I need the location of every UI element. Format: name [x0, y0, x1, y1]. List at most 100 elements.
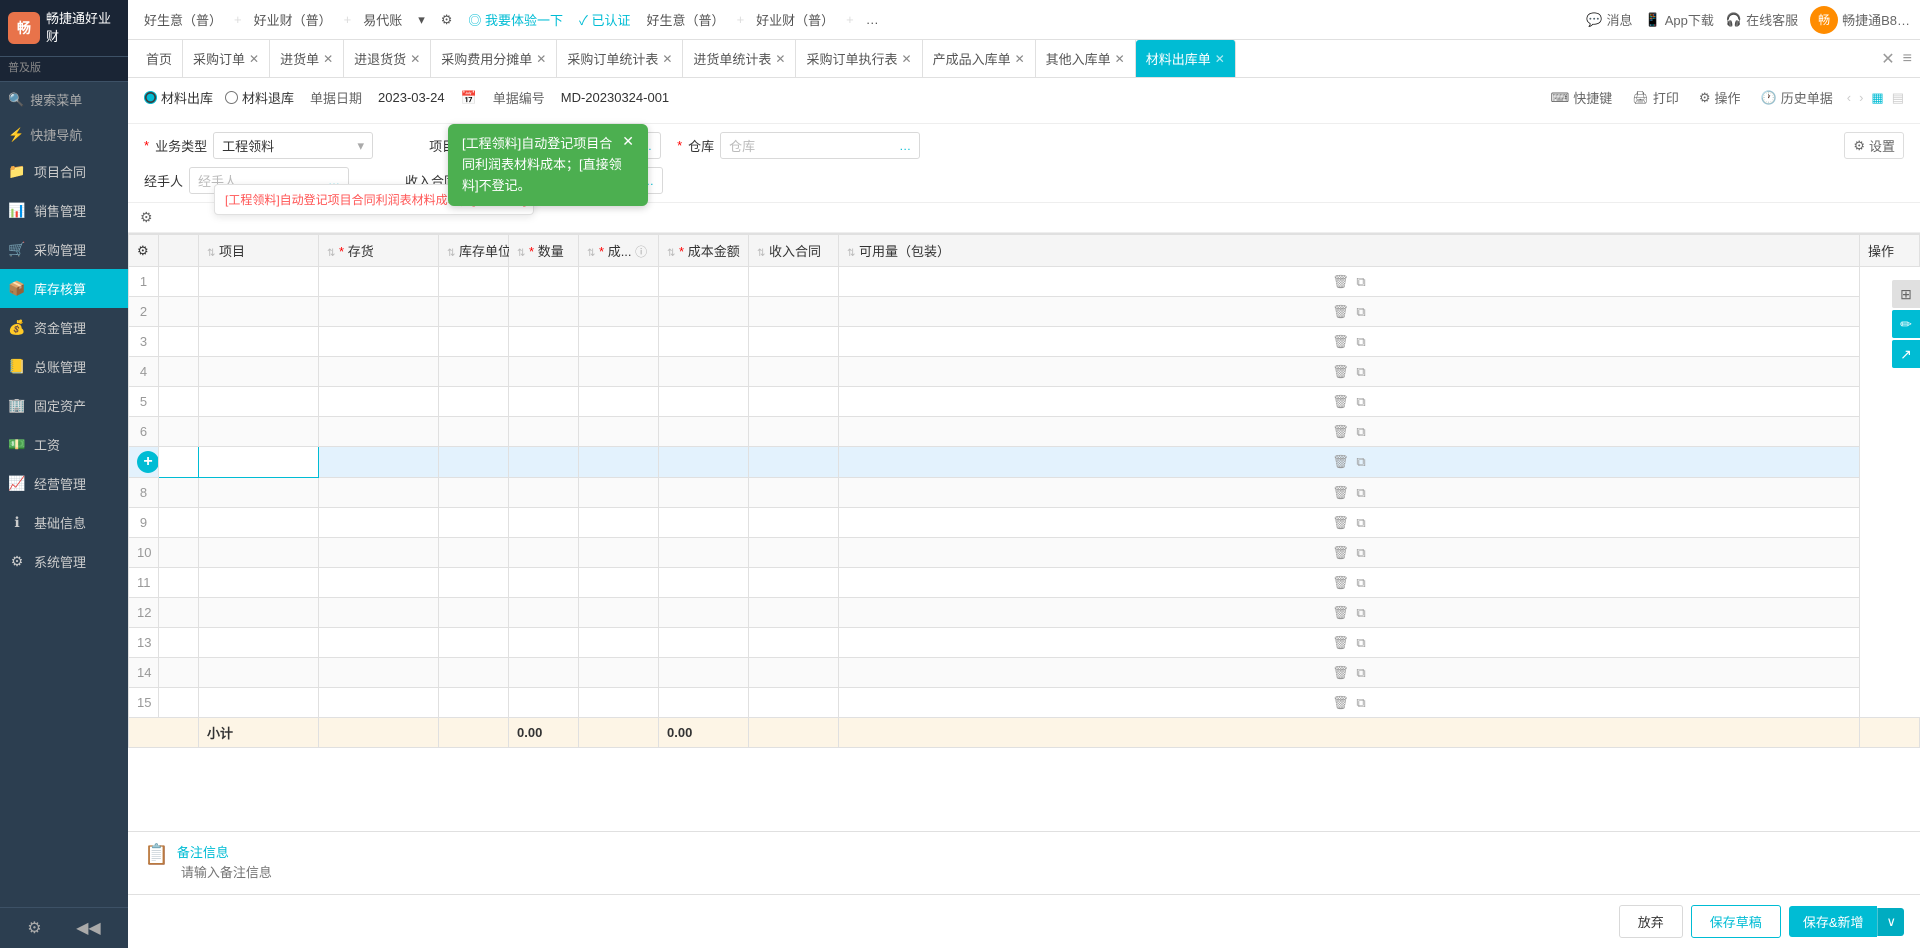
right-tool-3[interactable]: ↗: [1892, 340, 1920, 368]
save-new-arrow-btn[interactable]: ∨: [1877, 908, 1904, 936]
row-copy-7[interactable]: ⧉: [1354, 452, 1367, 472]
sidebar-item-inventory[interactable]: 📦 库存核算: [0, 269, 128, 308]
row-contract-1[interactable]: [659, 267, 749, 297]
col-settings-icon[interactable]: ⚙: [137, 243, 149, 258]
tab-purchase-order[interactable]: 采购订单 ✕: [183, 40, 270, 78]
row-copy-14[interactable]: ⧉: [1354, 663, 1367, 683]
row-copy-10[interactable]: ⧉: [1354, 543, 1367, 563]
nav-trial[interactable]: ◎ 我要体验一下: [462, 10, 569, 29]
sidebar-item-ledger[interactable]: 📒 总账管理: [0, 347, 128, 386]
row-delete-10[interactable]: 🗑: [1330, 543, 1351, 563]
sidebar-item-sales[interactable]: 📊 销售管理: [0, 191, 128, 230]
row-copy-8[interactable]: ⧉: [1354, 483, 1367, 503]
tab-close-purchase-order[interactable]: ✕: [249, 52, 259, 66]
tab-order-exec[interactable]: 采购订单执行表 ✕: [796, 40, 922, 78]
row-delete-15[interactable]: 🗑: [1330, 693, 1351, 713]
tab-purchase-stat[interactable]: 采购订单统计表 ✕: [557, 40, 683, 78]
tab-receipt-stat[interactable]: 进货单统计表 ✕: [683, 40, 796, 78]
bill-date-value[interactable]: 2023-03-24: [378, 90, 445, 105]
nav-prev-btn[interactable]: ‹: [1847, 90, 1851, 105]
operate-btn[interactable]: ⚙ 操作: [1693, 86, 1747, 109]
nav-haoshengyi[interactable]: 好生意（普）: [138, 10, 228, 29]
row-delete-8[interactable]: 🗑: [1330, 483, 1351, 503]
tab-close-purchase-stat[interactable]: ✕: [662, 52, 672, 66]
row-copy-13[interactable]: ⧉: [1354, 633, 1367, 653]
radio-material-return[interactable]: 材料退库: [225, 88, 294, 107]
nav-dropdown[interactable]: ▾: [412, 12, 431, 28]
row-copy-2[interactable]: ⧉: [1354, 302, 1367, 322]
nav-yidaizhang[interactable]: 易代账: [357, 10, 408, 29]
tab-other-stock[interactable]: 其他入库单 ✕: [1036, 40, 1136, 78]
warehouse-search-icon[interactable]: …: [899, 139, 911, 153]
sidebar-item-purchase[interactable]: 🛒 采购管理: [0, 230, 128, 269]
sort-cost-icon[interactable]: ⇅: [587, 248, 595, 259]
tab-more-icon[interactable]: ≡: [1903, 50, 1912, 68]
nav-haoyecai2[interactable]: 好业财（普）: [750, 10, 840, 29]
row-copy-9[interactable]: ⧉: [1354, 513, 1367, 533]
tab-return[interactable]: 进退货货 ✕: [344, 40, 431, 78]
row-delete-9[interactable]: 🗑: [1330, 513, 1351, 533]
sidebar-item-salary[interactable]: 💵 工资: [0, 425, 128, 464]
sidebar-item-system[interactable]: ⚙ 系统管理: [0, 542, 128, 581]
bill-no-value[interactable]: MD-20230324-001: [561, 90, 669, 105]
green-tooltip-close-btn[interactable]: ✕: [622, 134, 634, 148]
row-delete-7[interactable]: 🗑: [1330, 452, 1351, 472]
tab-close-all[interactable]: ✕: [1881, 49, 1894, 69]
user-profile[interactable]: 畅 畅捷通B8…: [1810, 6, 1910, 34]
sidebar-item-search[interactable]: 🔍 搜索菜单: [0, 82, 128, 117]
tab-close-return[interactable]: ✕: [410, 52, 420, 66]
sidebar-item-quicknav[interactable]: ⚡ 快捷导航: [0, 117, 128, 152]
tab-close-receipt[interactable]: ✕: [323, 52, 333, 66]
grid-view-btn[interactable]: ▦: [1871, 90, 1883, 106]
tab-finished-goods[interactable]: 产成品入库单 ✕: [923, 40, 1036, 78]
warehouse-input[interactable]: 仓库 …: [720, 132, 920, 159]
tab-close-receipt-stat[interactable]: ✕: [775, 52, 785, 66]
row-spec-1[interactable]: [199, 267, 319, 297]
tab-material-issue[interactable]: 材料出库单 ✕: [1136, 40, 1236, 78]
sidebar-item-basic-info[interactable]: ℹ 基础信息: [0, 503, 128, 542]
sort-qty-icon[interactable]: ⇅: [517, 248, 525, 259]
sidebar-item-project[interactable]: 📁 项目合同: [0, 152, 128, 191]
row-delete-13[interactable]: 🗑: [1330, 633, 1351, 653]
sidebar-item-assets[interactable]: 🏢 固定资产: [0, 386, 128, 425]
settings-bottom-icon[interactable]: ⚙: [27, 918, 41, 938]
app-download-btn[interactable]: 📱 App下载: [1645, 10, 1714, 29]
sort-stock-icon[interactable]: ⇅: [327, 248, 335, 259]
sort-avail-icon[interactable]: ⇅: [847, 248, 855, 259]
radio-material-issue[interactable]: 材料出库: [144, 88, 213, 107]
row-copy-6[interactable]: ⧉: [1354, 422, 1367, 442]
row-delete-2[interactable]: 🗑: [1330, 302, 1351, 322]
row-cost-1[interactable]: [509, 267, 579, 297]
row-copy-1[interactable]: ⧉: [1354, 272, 1367, 292]
save-new-main-btn[interactable]: 保存&新增: [1789, 906, 1878, 937]
save-draft-btn[interactable]: 保存草稿: [1691, 905, 1781, 938]
nav-certified[interactable]: ✓ 已认证: [573, 10, 637, 29]
row-copy-4[interactable]: ⧉: [1354, 362, 1367, 382]
row-copy-15[interactable]: ⧉: [1354, 693, 1367, 713]
row-avail-1[interactable]: [749, 267, 839, 297]
nav-settings-icon[interactable]: ⚙: [435, 12, 459, 28]
customer-service-btn[interactable]: 🎧 在线客服: [1726, 10, 1798, 29]
calendar-icon[interactable]: 📅: [461, 90, 477, 106]
row-copy-11[interactable]: ⧉: [1354, 573, 1367, 593]
nav-next-btn[interactable]: ›: [1859, 90, 1863, 105]
sort-item-icon[interactable]: ⇅: [207, 248, 215, 259]
tab-close-material-issue[interactable]: ✕: [1215, 52, 1225, 66]
tab-close-other-stock[interactable]: ✕: [1115, 52, 1125, 66]
history-btn[interactable]: 🕐 历史单据: [1755, 86, 1839, 109]
message-btn[interactable]: 💬 消息: [1586, 10, 1632, 29]
nav-haoyecai[interactable]: 好业财（普）: [248, 10, 338, 29]
tab-home[interactable]: 首页: [136, 40, 183, 78]
sort-unit-icon[interactable]: ⇅: [447, 248, 455, 259]
list-view-btn[interactable]: ▤: [1892, 90, 1904, 106]
sort-cost-amt-icon[interactable]: ⇅: [667, 248, 675, 259]
sidebar-item-operations[interactable]: 📈 经营管理: [0, 464, 128, 503]
row-delete-1[interactable]: 🗑: [1330, 272, 1351, 292]
add-row-btn[interactable]: +: [137, 451, 159, 473]
row-delete-12[interactable]: 🗑: [1330, 603, 1351, 623]
row-unit-1[interactable]: [319, 267, 439, 297]
nav-haoshengyi2[interactable]: 好生意（普）: [641, 10, 731, 29]
nav-more[interactable]: …: [860, 12, 885, 27]
discard-btn[interactable]: 放弃: [1619, 905, 1683, 938]
form-settings-btn[interactable]: ⚙ 设置: [1844, 132, 1904, 159]
